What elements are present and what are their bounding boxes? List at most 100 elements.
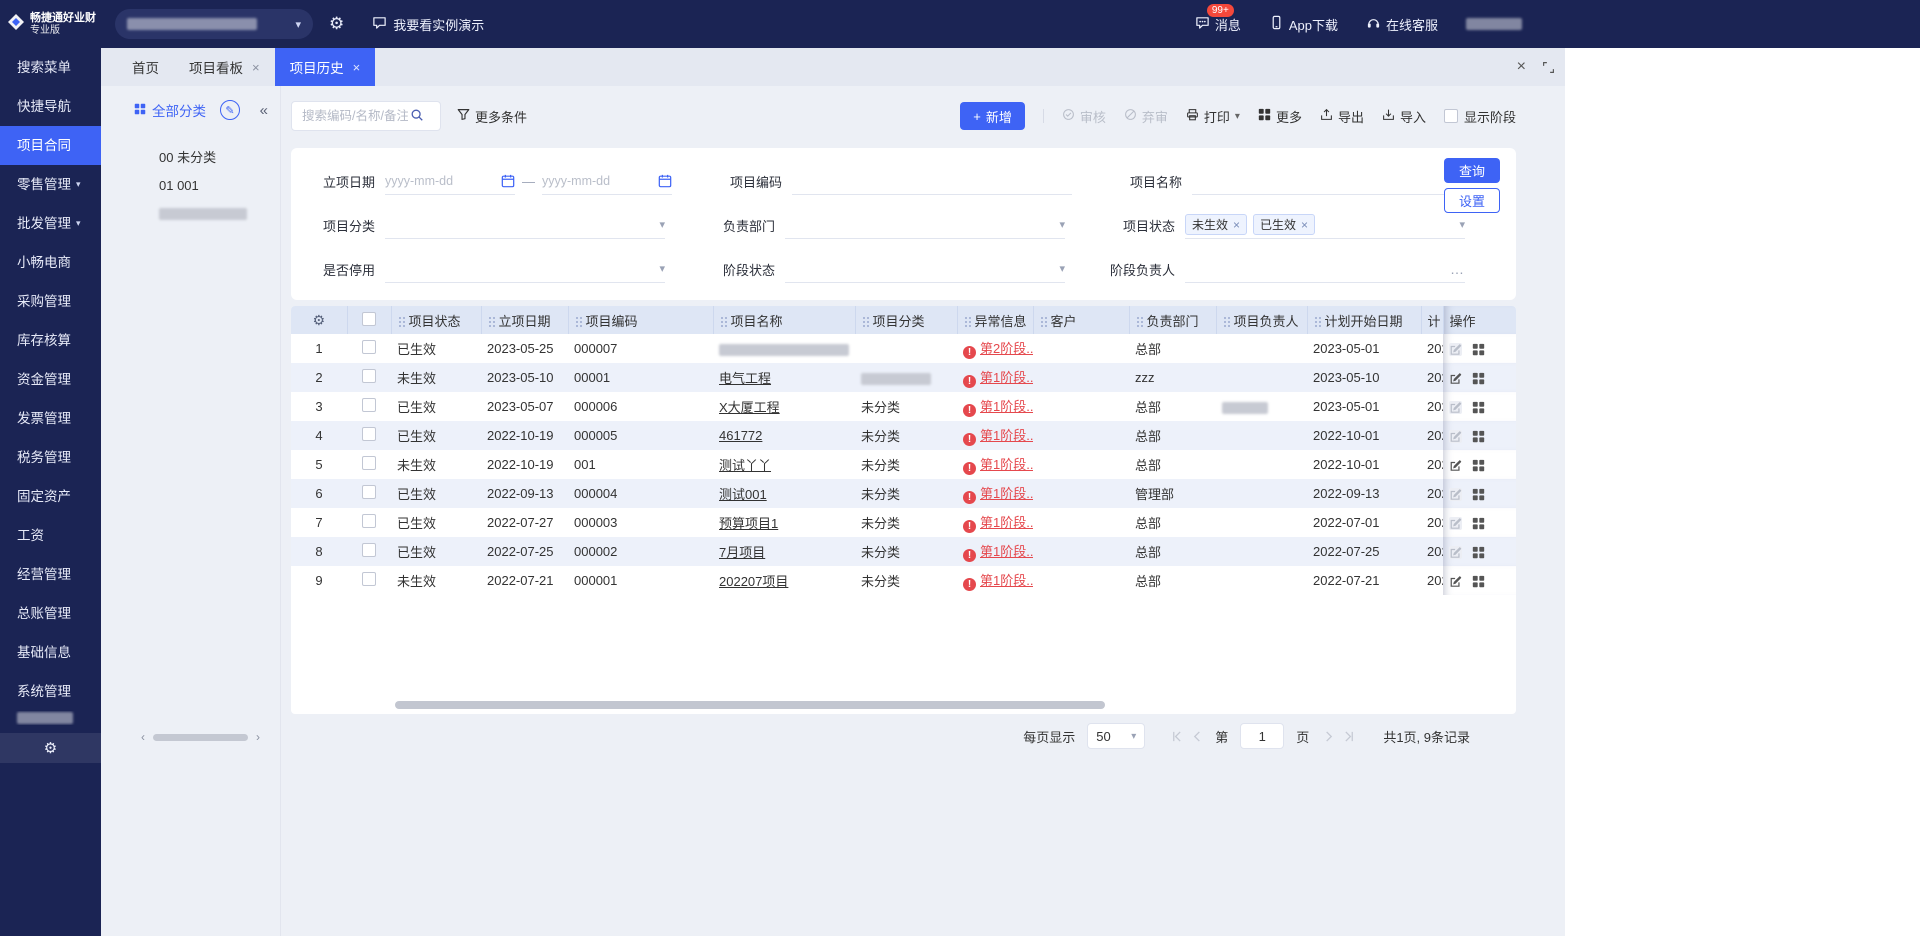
query-button[interactable]: 查询 [1444, 158, 1500, 183]
sidebar-item-7[interactable]: 采购管理 [0, 282, 101, 321]
disabled-select[interactable]: ▾ [385, 255, 665, 283]
category-item-1[interactable]: 00 未分类 [101, 144, 280, 172]
edit-icon[interactable] [1449, 401, 1462, 415]
col-header-2[interactable]: 立项日期 [481, 306, 569, 334]
col-header-10[interactable]: 计划开始日期 [1307, 306, 1422, 334]
edit-icon[interactable] [1449, 546, 1462, 560]
row-checkbox[interactable] [362, 543, 376, 557]
page-input[interactable] [1240, 723, 1285, 749]
sidebar-settings-button[interactable]: ⚙ [0, 733, 101, 763]
edit-icon[interactable] [1449, 343, 1462, 357]
search-input[interactable] [300, 108, 410, 124]
exception-link[interactable]: 第1阶段... [980, 399, 1033, 414]
messages-button[interactable]: 99+ 消息 [1195, 3, 1241, 34]
show-stage-toggle[interactable]: 显示阶段 [1443, 107, 1516, 126]
add-button[interactable]: + 新增 [960, 102, 1025, 130]
col-header-5[interactable]: 项目分类 [855, 306, 958, 334]
calendar-icon[interactable] [658, 174, 672, 188]
row-checkbox[interactable] [362, 427, 376, 441]
sidebar-item-10[interactable]: 发票管理 [0, 399, 101, 438]
category-title[interactable]: 全部分类 [152, 100, 206, 120]
edit-icon[interactable] [1449, 575, 1462, 588]
exception-link[interactable]: 第1阶段... [980, 486, 1033, 501]
sidebar-item-9[interactable]: 资金管理 [0, 360, 101, 399]
last-page-icon[interactable] [1344, 730, 1355, 742]
sidebar-item-5[interactable]: 批发管理 ▾ [0, 204, 101, 243]
col-header-clipped[interactable]: 计 [1421, 306, 1444, 334]
col-header-7[interactable]: 客户 [1033, 306, 1130, 334]
exception-link[interactable]: 第1阶段... [980, 428, 1033, 443]
app-download-button[interactable]: App下载 [1269, 15, 1338, 34]
calendar-icon[interactable] [501, 174, 515, 188]
related-docs-icon[interactable] [1472, 575, 1485, 588]
stage-status-select[interactable]: ▾ [785, 255, 1065, 283]
remove-tag-icon[interactable]: × [1233, 218, 1240, 232]
edit-category-button[interactable]: ✎ [220, 100, 240, 120]
project-name-link[interactable]: 预算项目1 [719, 516, 778, 531]
project-name-link[interactable]: X大厦工程 [719, 400, 780, 415]
related-docs-icon[interactable] [1472, 343, 1485, 356]
project-category-select[interactable]: ▾ [385, 211, 665, 239]
sidebar-item-12[interactable]: 固定资产 [0, 477, 101, 516]
category-item-2[interactable]: 01 001 [101, 172, 280, 200]
date-to-input[interactable]: yyyy-mm-dd [542, 167, 672, 195]
related-docs-icon[interactable] [1472, 517, 1485, 530]
project-name-link[interactable]: 202207项目 [719, 574, 788, 589]
select-all-checkbox[interactable] [362, 311, 376, 326]
exception-link[interactable]: 第1阶段... [980, 370, 1033, 385]
support-button[interactable]: 在线客服 [1366, 15, 1438, 34]
table-settings-header[interactable]: ⚙ [291, 306, 348, 334]
scroll-left-icon[interactable]: ‹ [141, 730, 145, 744]
sidebar-item-18[interactable] [0, 711, 101, 725]
audit-button[interactable]: 审核 [1062, 107, 1106, 126]
first-page-icon[interactable] [1171, 730, 1182, 742]
project-name-link[interactable]: 测试001 [719, 487, 767, 502]
tab-3[interactable]: 项目历史 × [274, 48, 376, 86]
stage-owner-picker[interactable]: … [1185, 255, 1465, 283]
col-header-8[interactable]: 负责部门 [1129, 306, 1217, 334]
edit-icon[interactable] [1449, 517, 1462, 531]
sidebar-item-4[interactable]: 零售管理 ▾ [0, 165, 101, 204]
related-docs-icon[interactable] [1472, 459, 1485, 472]
department-select[interactable]: ▾ [785, 211, 1065, 239]
sidebar-item-11[interactable]: 税务管理 [0, 438, 101, 477]
sidebar-item-13[interactable]: 工资 [0, 516, 101, 555]
sidebar-item-14[interactable]: 经营管理 [0, 555, 101, 594]
per-page-select[interactable]: 50 ▾ [1087, 723, 1146, 749]
settings-button[interactable]: 设置 [1444, 188, 1500, 213]
edit-icon[interactable] [1449, 459, 1462, 472]
exception-link[interactable]: 第1阶段... [980, 544, 1033, 559]
project-name-input[interactable] [1192, 167, 1472, 195]
import-button[interactable]: 导入 [1382, 107, 1426, 126]
sidebar-item-6[interactable]: 小畅电商 [0, 243, 101, 282]
prev-page-icon[interactable] [1192, 730, 1203, 742]
row-checkbox[interactable] [362, 485, 376, 499]
row-checkbox[interactable] [362, 514, 376, 528]
col-header-3[interactable]: 项目编码 [568, 306, 714, 334]
category-item-3[interactable] [101, 200, 280, 228]
project-name-link[interactable]: 7月项目 [719, 545, 765, 560]
related-docs-icon[interactable] [1472, 546, 1485, 559]
collapse-panel-icon[interactable]: « [260, 102, 268, 119]
more-button[interactable]: 更多 [1258, 107, 1302, 126]
edit-icon[interactable] [1449, 488, 1462, 502]
show-stage-checkbox[interactable] [1443, 109, 1458, 123]
search-icon[interactable] [410, 108, 424, 125]
tab-2[interactable]: 项目看板 × [174, 48, 275, 86]
settings-gear-icon[interactable]: ⚙ [329, 14, 344, 34]
row-checkbox[interactable] [362, 398, 376, 412]
sidebar-item-8[interactable]: 库存核算 [0, 321, 101, 360]
more-conditions-button[interactable]: 更多条件 [457, 107, 527, 126]
project-name-link[interactable]: 电气工程 [719, 371, 771, 386]
org-selector[interactable]: ▾ [115, 9, 313, 39]
scroll-right-icon[interactable]: › [256, 730, 260, 744]
edit-icon[interactable] [1449, 430, 1462, 444]
demo-link[interactable]: 我要看实例演示 [372, 15, 484, 34]
exception-link[interactable]: 第1阶段... [980, 457, 1033, 472]
exception-link[interactable]: 第2阶段... [980, 341, 1033, 356]
col-header-9[interactable]: 项目负责人 [1216, 306, 1308, 334]
col-header-4[interactable]: 项目名称 [713, 306, 856, 334]
date-from-input[interactable]: yyyy-mm-dd [385, 167, 515, 195]
expand-icon[interactable] [1542, 61, 1555, 74]
next-page-icon[interactable] [1323, 730, 1334, 742]
